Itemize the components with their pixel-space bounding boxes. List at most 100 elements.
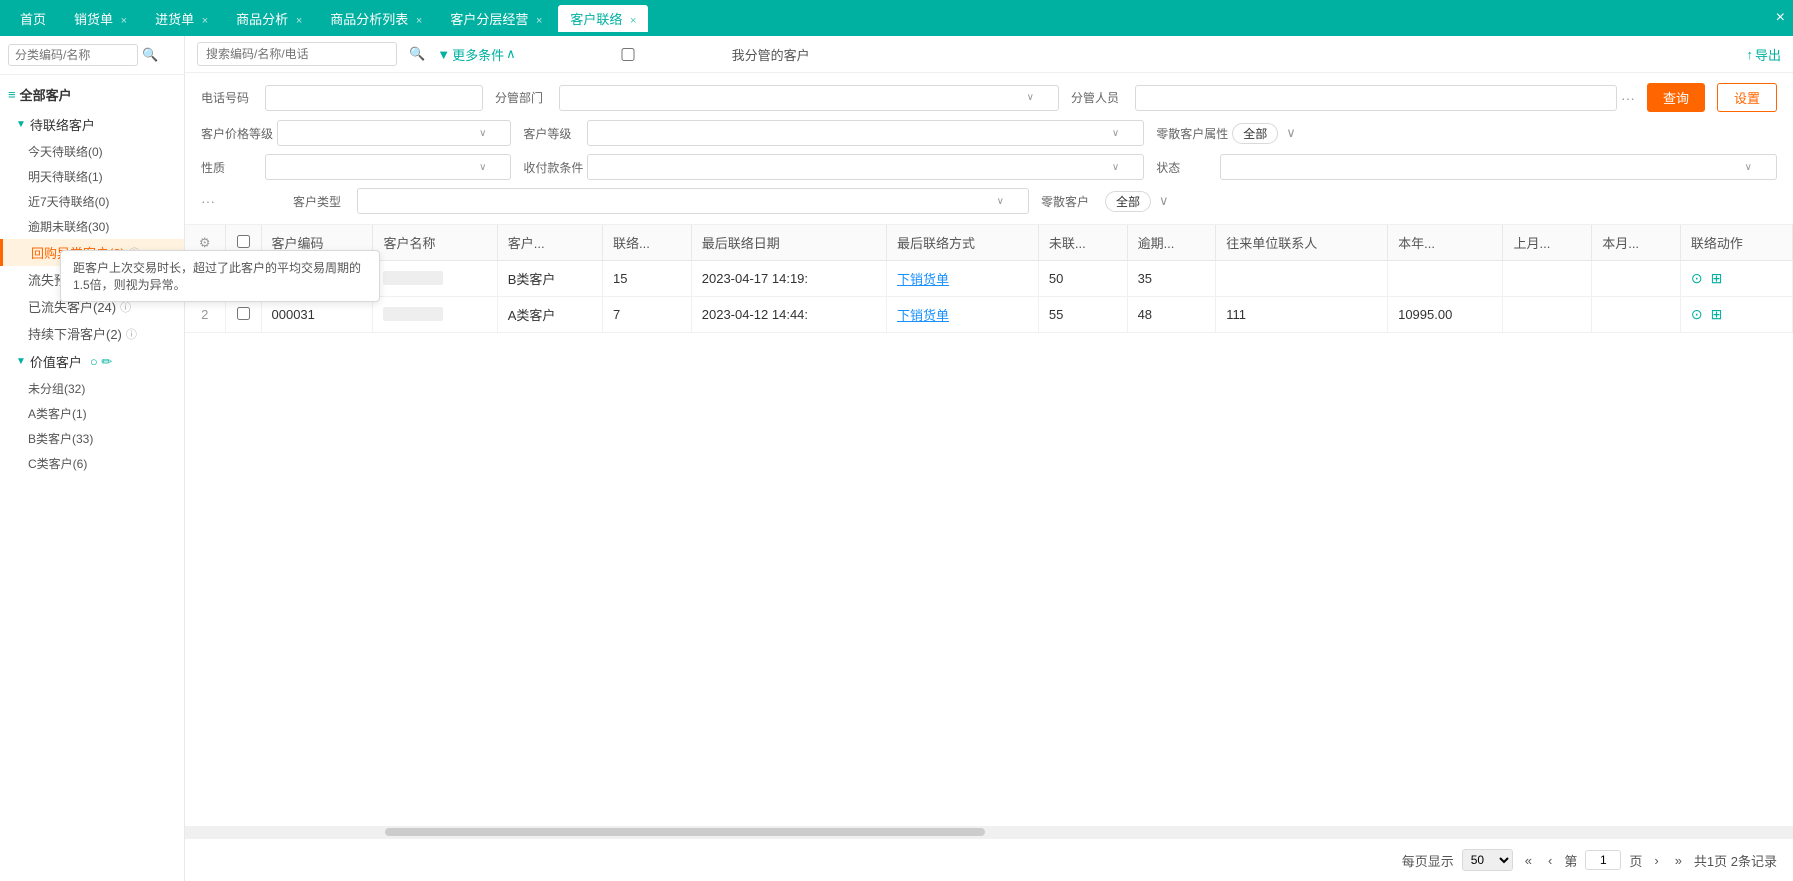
export-button[interactable]: ↑ 导出	[1746, 45, 1781, 64]
nav-home[interactable]: 首页	[8, 5, 58, 32]
tooltip: 距客户上次交易时长，超过了此客户的平均交易周期的1.5倍，则视为异常。	[60, 250, 380, 302]
close-customer-tier-tab[interactable]: ×	[536, 15, 542, 27]
my-customer-checkbox-area: 我分管的客户	[528, 45, 810, 64]
horizontal-scrollbar[interactable]	[185, 826, 1793, 838]
last-page-button[interactable]: »	[1671, 851, 1686, 870]
edit-icon[interactable]: ○ ✏	[90, 354, 112, 370]
row1-link-icon[interactable]: ⊙	[1691, 270, 1703, 287]
sidebar-value-label: 价值客户	[30, 352, 82, 371]
export-label: 导出	[1755, 45, 1781, 64]
row1-grid-icon[interactable]: ⊞	[1711, 270, 1723, 287]
collapse-icon[interactable]: ≡	[8, 87, 16, 102]
sidebar-section-pending-label: 待联络客户	[30, 115, 95, 134]
settings-button[interactable]: 设置	[1717, 83, 1777, 112]
info-icon-4: ⓘ	[126, 326, 137, 342]
more-filter-chevron: ∧	[506, 46, 516, 62]
current-page-input[interactable]	[1585, 850, 1621, 870]
sidebar: 🔍 ≡ 全部客户 ▼ 待联络客户 今天待联络(0) 明天待联络(1) 近7天待联…	[0, 36, 185, 881]
close-customer-contact-tab[interactable]: ×	[630, 15, 636, 27]
close-purchase-tab[interactable]: ×	[202, 15, 208, 27]
col-this-year-header: 本年...	[1388, 225, 1503, 261]
col-type-header: 客户...	[497, 225, 602, 261]
global-close-button[interactable]: ×	[1776, 9, 1785, 27]
sidebar-item-class-b[interactable]: B类客户(33)	[0, 426, 184, 451]
filter-retail-attr-field: 零散客户属性 全部 ∨	[1156, 123, 1777, 144]
close-product-analysis-tab[interactable]: ×	[296, 15, 302, 27]
sidebar-item-ungrouped[interactable]: 未分组(32)	[0, 376, 184, 401]
nature-chevron: ∨	[479, 162, 486, 173]
filter-row-2: 客户价格等级 ∨ 客户等级 ∨ 零散客户属性 全部 ∨	[201, 120, 1777, 146]
row2-link-icon[interactable]: ⊙	[1691, 306, 1703, 323]
my-customer-checkbox[interactable]	[528, 48, 728, 61]
per-page-select[interactable]: 50 20 100	[1462, 849, 1513, 871]
more-filter-button[interactable]: ▼ 更多条件 ∧	[437, 45, 515, 64]
col-not-contact-header: 未联...	[1038, 225, 1127, 261]
filter-status-select[interactable]: ∨	[1220, 154, 1777, 180]
close-sales-tab[interactable]: ×	[121, 15, 127, 27]
sidebar-item-today[interactable]: 今天待联络(0)	[0, 139, 184, 164]
customer-level-chevron: ∨	[1112, 128, 1119, 139]
filter-search-input[interactable]	[197, 42, 397, 66]
pagination: 每页显示 50 20 100 « ‹ 第 页 › » 共1页 2条记录	[185, 838, 1793, 881]
row2-name-blurred	[383, 307, 443, 321]
row1-name	[373, 261, 497, 297]
sidebar-item-tomorrow[interactable]: 明天待联络(1)	[0, 164, 184, 189]
col-this-month-header: 本月...	[1592, 225, 1681, 261]
filter-retail-customer-tag[interactable]: 全部	[1105, 191, 1151, 212]
nav-customer-contact[interactable]: 客户联络 ×	[558, 5, 648, 32]
filter-extra-dots[interactable]: ···	[201, 193, 215, 209]
filter-dept-label: 分管部门	[495, 89, 555, 106]
sidebar-item-overdue[interactable]: 逾期未联络(30)	[0, 214, 184, 239]
sidebar-item-class-a[interactable]: A类客户(1)	[0, 401, 184, 426]
sidebar-item-declining[interactable]: 持续下滑客户(2) ⓘ	[0, 320, 184, 347]
filter-person-select[interactable]	[1135, 85, 1617, 111]
filter-row-1: 电话号码 分管部门 ∨ 分管人员 ··· 查询	[201, 83, 1777, 112]
next-page-button[interactable]: ›	[1650, 851, 1662, 870]
filter-price-level-select[interactable]: ∨	[277, 120, 511, 146]
select-all-checkbox[interactable]	[237, 235, 250, 248]
scroll-thumb[interactable]	[385, 828, 985, 836]
filter-customer-type-select[interactable]: ∨	[357, 188, 1029, 214]
filter-person-dots[interactable]: ···	[1621, 90, 1635, 106]
sidebar-section-pending[interactable]: ▼ 待联络客户	[0, 110, 184, 139]
row1-contact-link[interactable]: 下销货单	[897, 272, 949, 287]
filter-customer-level-select[interactable]: ∨	[587, 120, 1144, 146]
nav-product-analysis[interactable]: 商品分析 ×	[224, 5, 314, 32]
dept-chevron-icon: ∨	[1027, 92, 1034, 103]
filter-retail-attr-tag[interactable]: 全部	[1232, 123, 1278, 144]
sidebar-root-all-customers[interactable]: ≡ 全部客户	[0, 79, 184, 110]
col-last-contact-date-header: 最后联络日期	[691, 225, 886, 261]
row2-grid-icon[interactable]: ⊞	[1711, 306, 1723, 323]
sidebar-section-value[interactable]: ▼ 价值客户 ○ ✏	[0, 347, 184, 376]
sidebar-item-class-c[interactable]: C类客户(6)	[0, 451, 184, 476]
advanced-filter-panel: 电话号码 分管部门 ∨ 分管人员 ··· 查询	[185, 73, 1793, 225]
row1-actions: ⊙ ⊞	[1680, 261, 1792, 297]
first-page-button[interactable]: «	[1521, 851, 1536, 870]
row2-contact: 7	[603, 297, 692, 333]
nav-sales[interactable]: 销货单 ×	[62, 5, 139, 32]
prev-page-button[interactable]: ‹	[1544, 851, 1556, 870]
table-settings-icon[interactable]: ⚙	[199, 235, 211, 250]
close-product-list-tab[interactable]: ×	[416, 15, 422, 27]
my-customer-label: 我分管的客户	[732, 45, 810, 64]
sidebar-item-7days[interactable]: 近7天待联络(0)	[0, 189, 184, 214]
page-of-label: 页	[1629, 851, 1642, 870]
filter-status-label: 状态	[1156, 159, 1216, 176]
sidebar-search-icon[interactable]: 🔍	[142, 47, 158, 63]
filter-phone-input[interactable]	[265, 85, 483, 111]
filter-phone-field: 电话号码	[201, 85, 483, 111]
col-last-contact-way-header: 最后联络方式	[886, 225, 1038, 261]
filter-dept-select[interactable]: ∨	[559, 85, 1059, 111]
sidebar-search-input[interactable]	[8, 44, 138, 66]
row2-checkbox[interactable]	[237, 307, 250, 320]
query-button[interactable]: 查询	[1647, 83, 1705, 112]
filter-dots-field: ···	[201, 193, 281, 209]
nav-purchase[interactable]: 进货单 ×	[143, 5, 220, 32]
filter-payment-select[interactable]: ∨	[587, 154, 1144, 180]
nav-customer-tier[interactable]: 客户分层经营 ×	[438, 5, 554, 32]
row2-contact-link[interactable]: 下销货单	[897, 308, 949, 323]
nav-product-list[interactable]: 商品分析列表 ×	[318, 5, 434, 32]
row1-action-buttons: ⊙ ⊞	[1691, 270, 1782, 287]
filter-nature-select[interactable]: ∨	[265, 154, 511, 180]
filter-search-icon[interactable]: 🔍	[409, 46, 425, 62]
